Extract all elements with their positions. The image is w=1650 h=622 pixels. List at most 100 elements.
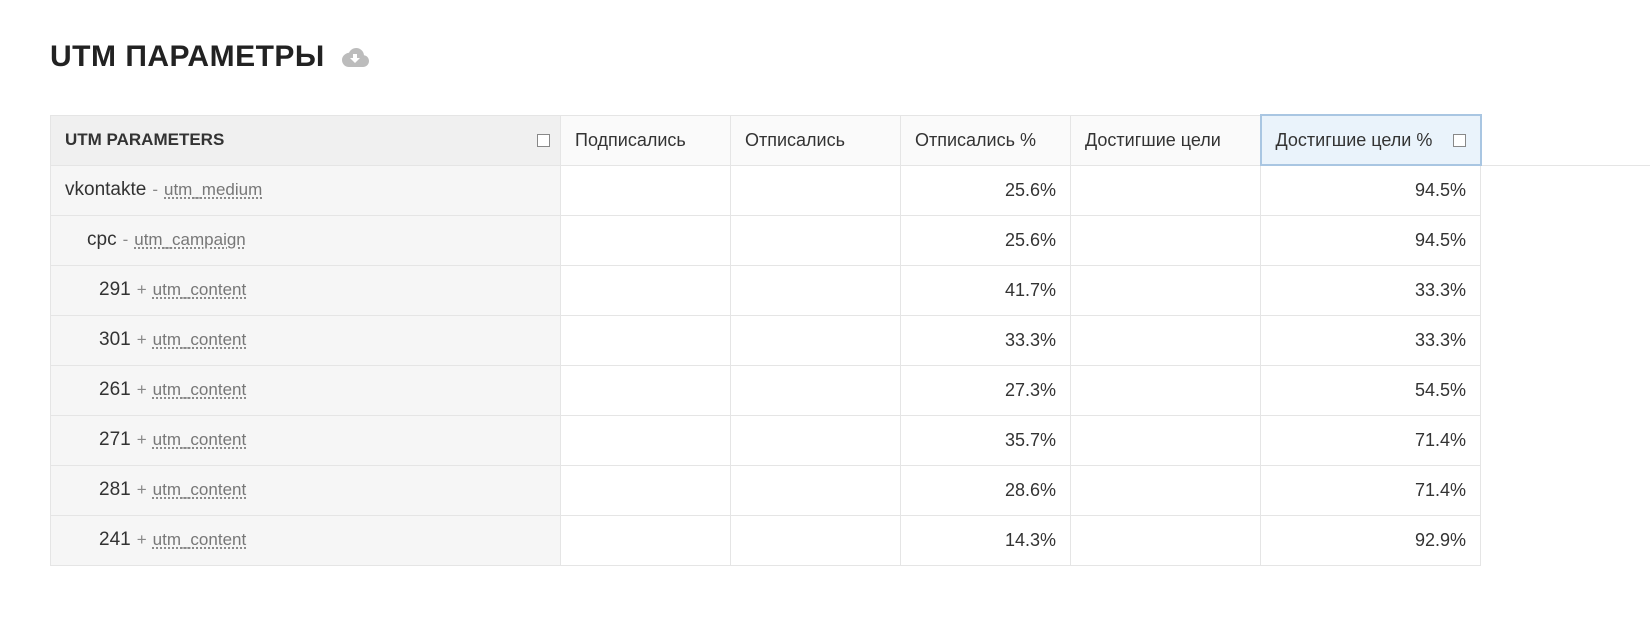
param-name: vkontakte [65, 179, 146, 201]
unsubscribed-pct-cell: 25.6% [901, 215, 1071, 265]
column-checkbox-icon[interactable] [537, 134, 550, 147]
col-header-goal-reached-pct[interactable]: Достигшие цели % [1261, 115, 1481, 165]
spacer-cell [1481, 465, 1650, 515]
param-tag-link[interactable]: utm_medium [164, 180, 262, 200]
goal-cell [1071, 165, 1261, 215]
unsubscribed-pct-cell: 41.7% [901, 265, 1071, 315]
param-tag-link[interactable]: utm_content [153, 280, 247, 300]
goal-pct-cell: 92.9% [1261, 515, 1481, 565]
spacer-cell [1481, 315, 1650, 365]
param-cell[interactable]: 241 + utm_content [51, 515, 561, 565]
param-cell[interactable]: 291 + utm_content [51, 265, 561, 315]
expand-icon[interactable]: + [137, 530, 147, 550]
goal-cell [1071, 365, 1261, 415]
goal-cell [1071, 315, 1261, 365]
collapse-icon[interactable]: - [123, 230, 129, 250]
spacer-cell [1481, 215, 1650, 265]
unsubscribed-pct-cell: 28.6% [901, 465, 1071, 515]
download-icon[interactable] [339, 45, 371, 69]
unsubscribed-pct-cell: 25.6% [901, 165, 1071, 215]
col-header-goal-reached[interactable]: Достигшие цели [1071, 115, 1261, 165]
col-header-label: Достигшие цели % [1276, 130, 1433, 151]
goal-pct-cell: 33.3% [1261, 315, 1481, 365]
expand-icon[interactable]: + [137, 330, 147, 350]
subscribed-cell [561, 515, 731, 565]
col-header-unsubscribed[interactable]: Отписались [731, 115, 901, 165]
param-cell[interactable]: 271 + utm_content [51, 415, 561, 465]
goal-cell [1071, 215, 1261, 265]
param-tag-link[interactable]: utm_content [153, 330, 247, 350]
goal-pct-cell: 94.5% [1261, 215, 1481, 265]
goal-pct-cell: 94.5% [1261, 165, 1481, 215]
expand-icon[interactable]: + [137, 380, 147, 400]
table-row: 281+utm_content28.6%71.4% [51, 465, 1650, 515]
unsubscribed-pct-cell: 35.7% [901, 415, 1071, 465]
col-header-label: Отписались % [915, 130, 1036, 150]
expand-icon[interactable]: + [137, 430, 147, 450]
param-cell[interactable]: 301+utm_content [51, 315, 561, 365]
col-header-subscribed[interactable]: Подписались [561, 115, 731, 165]
table-row: 241 + utm_content 14.3% 92.9% [51, 515, 1650, 565]
param-name: cpc [87, 229, 117, 251]
expand-icon[interactable]: + [137, 480, 147, 500]
goal-pct-cell: 71.4% [1261, 465, 1481, 515]
param-name: 261 [99, 379, 131, 401]
utm-table: UTM PARAMETERS Подписались Отписались От… [50, 114, 1650, 566]
collapse-icon[interactable]: - [152, 180, 158, 200]
unsubscribed-cell [731, 265, 901, 315]
page-header: UTM ПАРАМЕТРЫ [50, 40, 1600, 74]
unsubscribed-cell [731, 165, 901, 215]
col-header-label: Отписались [745, 130, 845, 150]
goal-pct-cell: 71.4% [1261, 415, 1481, 465]
goal-pct-cell: 54.5% [1261, 365, 1481, 415]
subscribed-cell [561, 215, 731, 265]
spacer-cell [1481, 515, 1650, 565]
goal-pct-cell: 33.3% [1261, 265, 1481, 315]
unsubscribed-cell [731, 465, 901, 515]
param-tag-link[interactable]: utm_content [153, 430, 247, 450]
column-checkbox-icon[interactable] [1453, 134, 1466, 147]
subscribed-cell [561, 365, 731, 415]
table-row: 301+utm_content33.3%33.3% [51, 315, 1650, 365]
col-header-label: UTM PARAMETERS [65, 130, 224, 150]
spacer-cell [1481, 165, 1650, 215]
col-header-utm-parameters[interactable]: UTM PARAMETERS [51, 115, 561, 165]
param-cell[interactable]: vkontakte-utm_medium [51, 165, 561, 215]
unsubscribed-cell [731, 415, 901, 465]
table-row: 271 + utm_content 35.7% 71.4% [51, 415, 1650, 465]
goal-cell [1071, 515, 1261, 565]
unsubscribed-cell [731, 365, 901, 415]
param-cell[interactable]: cpc-utm_campaign [51, 215, 561, 265]
unsubscribed-pct-cell: 14.3% [901, 515, 1071, 565]
spacer-cell [1481, 365, 1650, 415]
param-name: 241 [99, 529, 131, 551]
param-tag-link[interactable]: utm_content [153, 480, 247, 500]
col-header-label: Достигшие цели [1085, 130, 1221, 150]
param-cell[interactable]: 261 + utm_content [51, 365, 561, 415]
goal-cell [1071, 415, 1261, 465]
subscribed-cell [561, 465, 731, 515]
col-header-unsubscribed-pct[interactable]: Отписались % [901, 115, 1071, 165]
spacer-cell [1481, 265, 1650, 315]
table-row: 291 + utm_content 41.7% 33.3% [51, 265, 1650, 315]
param-cell[interactable]: 281+utm_content [51, 465, 561, 515]
spacer-cell [1481, 415, 1650, 465]
expand-icon[interactable]: + [137, 280, 147, 300]
goal-cell [1071, 265, 1261, 315]
param-tag-link[interactable]: utm_content [153, 530, 247, 550]
param-tag-link[interactable]: utm_content [153, 380, 247, 400]
unsubscribed-pct-cell: 27.3% [901, 365, 1071, 415]
unsubscribed-cell [731, 515, 901, 565]
unsubscribed-cell [731, 315, 901, 365]
table-header-row: UTM PARAMETERS Подписались Отписались От… [51, 115, 1650, 165]
subscribed-cell [561, 165, 731, 215]
col-header-label: Подписались [575, 130, 686, 150]
table-row: cpc-utm_campaign 25.6% 94.5% [51, 215, 1650, 265]
param-name: 291 [99, 279, 131, 301]
param-name: 271 [99, 429, 131, 451]
subscribed-cell [561, 415, 731, 465]
unsubscribed-cell [731, 215, 901, 265]
unsubscribed-pct-cell: 33.3% [901, 315, 1071, 365]
param-tag-link[interactable]: utm_campaign [134, 230, 246, 250]
col-header-spacer [1481, 115, 1650, 165]
